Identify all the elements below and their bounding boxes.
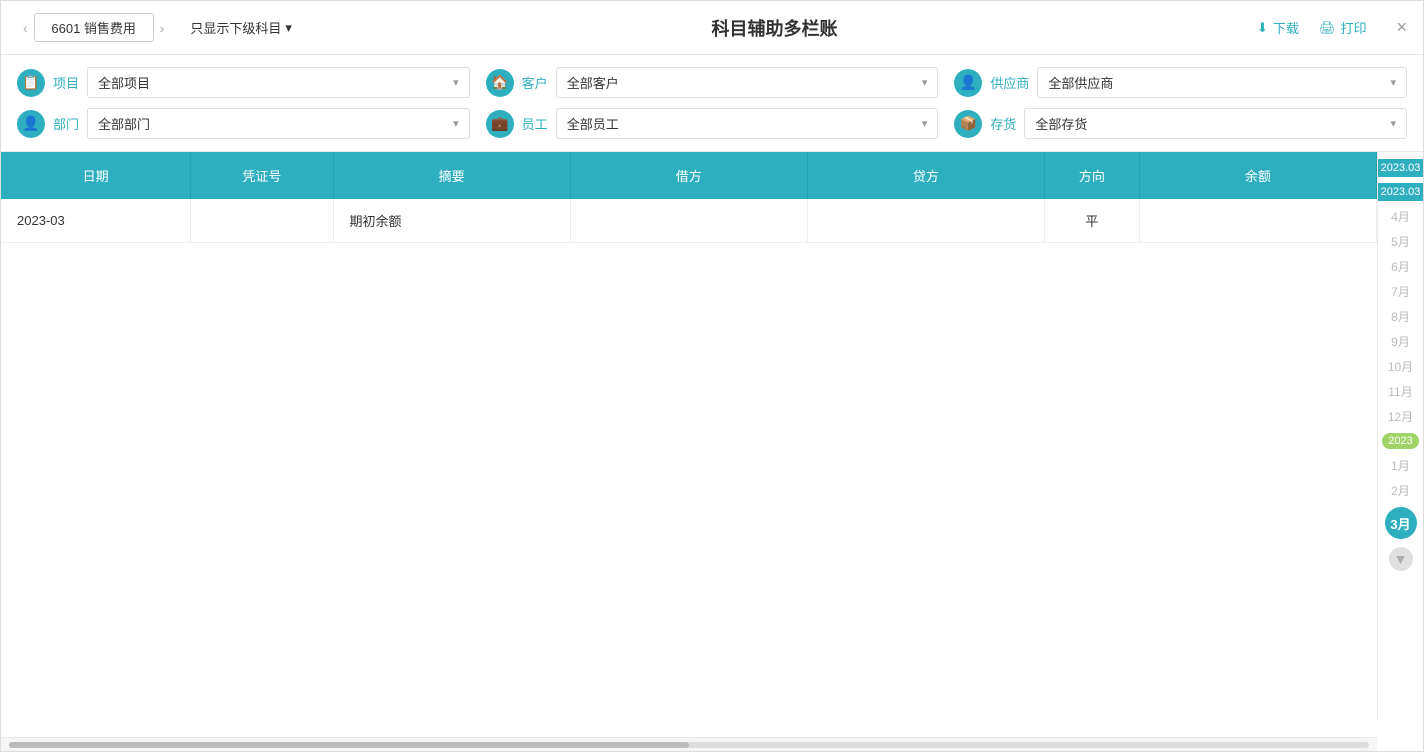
scrollbar-track (9, 742, 1369, 748)
filter-area: 📋 项目 全部项目 ▾ 🏠 客户 全部客户 ▾ 👤 供应商 (1, 55, 1423, 152)
col-debit: 借方 (570, 152, 807, 199)
cell-summary: 期初余额 (333, 199, 570, 243)
col-direction: 方向 (1044, 152, 1139, 199)
timeline-month-12[interactable]: 12月 (1388, 404, 1413, 429)
chevron-down-icon: ▾ (1390, 117, 1396, 130)
department-icon: 👤 (17, 110, 45, 138)
cell-direction: 平 (1044, 199, 1139, 243)
scrollbar-thumb[interactable] (9, 742, 689, 748)
close-btn[interactable]: × (1396, 17, 1407, 38)
department-filter: 👤 部门 全部部门 ▾ (17, 108, 470, 139)
customer-icon: 🏠 (486, 69, 514, 97)
page-title: 科目辅助多栏账 (292, 15, 1257, 41)
customer-filter: 🏠 客户 全部客户 ▾ (486, 67, 939, 98)
timeline-active-month[interactable]: 3月 (1385, 507, 1417, 539)
timeline-month-1[interactable]: 1月 (1391, 453, 1410, 478)
cell-date: 2023-03 (1, 199, 191, 243)
project-label: 项目 (53, 73, 79, 92)
cell-voucher (191, 199, 333, 243)
chevron-down-icon: ▾ (922, 117, 928, 130)
employee-icon: 💼 (486, 110, 514, 138)
timeline-month-4[interactable]: 4月 (1391, 204, 1410, 229)
inventory-select[interactable]: 全部存货 ▾ (1024, 108, 1407, 139)
timeline-sidebar: 2023.03 2023.03 4月 5月 6月 7月 8月 9月 10月 11… (1377, 152, 1423, 719)
project-icon: 📋 (17, 69, 45, 97)
chevron-down-icon: ▾ (453, 76, 459, 89)
employee-select[interactable]: 全部员工 ▾ (556, 108, 939, 139)
department-select[interactable]: 全部部门 ▾ (87, 108, 470, 139)
supplier-label: 供应商 (990, 73, 1029, 92)
filter-label: 只显示下级科目 (190, 18, 281, 37)
next-account-btn[interactable]: › (154, 18, 171, 38)
timeline-month-8[interactable]: 8月 (1391, 304, 1410, 329)
print-btn[interactable]: 🖨 打印 (1319, 18, 1367, 37)
toolbar-right: ⬇ 下载 🖨 打印 × (1257, 17, 1407, 38)
ledger-table: 日期 凭证号 摘要 借方 贷方 方向 余额 2023-03 期初余额 (1, 152, 1377, 243)
horizontal-scrollbar[interactable] (1, 737, 1377, 751)
timeline-scroll-down-btn[interactable]: ▼ (1389, 547, 1413, 571)
download-icon: ⬇ (1257, 20, 1268, 36)
table-row: 2023-03 期初余额 平 (1, 199, 1377, 243)
employee-filter: 💼 员工 全部员工 ▾ (486, 108, 939, 139)
col-balance: 余额 (1139, 152, 1376, 199)
customer-select[interactable]: 全部客户 ▾ (556, 67, 939, 98)
cell-balance (1139, 199, 1376, 243)
supplier-filter: 👤 供应商 全部供应商 ▾ (954, 67, 1407, 98)
inventory-filter: 📦 存货 全部存货 ▾ (954, 108, 1407, 139)
timeline-month-2[interactable]: 2月 (1391, 478, 1410, 503)
print-icon: 🖨 (1319, 20, 1336, 36)
timeline-period-2[interactable]: 2023.03 (1377, 183, 1423, 201)
chevron-down-icon: ▾ (922, 76, 928, 89)
employee-label: 员工 (522, 114, 548, 133)
project-filter: 📋 项目 全部项目 ▾ (17, 67, 470, 98)
year-badge: 2023 (1382, 433, 1418, 449)
table-wrapper[interactable]: 日期 凭证号 摘要 借方 贷方 方向 余额 2023-03 期初余额 (1, 152, 1377, 719)
filter-row-2: 👤 部门 全部部门 ▾ 💼 员工 全部员工 ▾ 📦 存货 (17, 108, 1407, 139)
content-area: 日期 凭证号 摘要 借方 贷方 方向 余额 2023-03 期初余额 (1, 152, 1423, 719)
main-window: ‹ 6601 销售费用 › 只显示下级科目 ▾ 科目辅助多栏账 ⬇ 下载 🖨 打… (0, 0, 1424, 752)
timeline-period-1[interactable]: 2023.03 (1377, 159, 1423, 177)
prev-account-btn[interactable]: ‹ (17, 18, 34, 38)
project-select[interactable]: 全部项目 ▾ (87, 67, 470, 98)
chevron-down-icon: ▾ (453, 117, 459, 130)
timeline-month-5[interactable]: 5月 (1391, 229, 1410, 254)
timeline-month-11[interactable]: 11月 (1388, 379, 1412, 404)
timeline-month-10[interactable]: 10月 (1388, 354, 1413, 379)
filter-row-1: 📋 项目 全部项目 ▾ 🏠 客户 全部客户 ▾ 👤 供应商 (17, 67, 1407, 98)
timeline-month-9[interactable]: 9月 (1391, 329, 1410, 354)
timeline-month-7[interactable]: 7月 (1391, 279, 1410, 304)
customer-label: 客户 (522, 73, 548, 92)
account-code-display: 6601 销售费用 (34, 13, 154, 42)
inventory-icon: 📦 (954, 110, 982, 138)
col-credit: 贷方 (807, 152, 1044, 199)
col-summary: 摘要 (333, 152, 570, 199)
supplier-select[interactable]: 全部供应商 ▾ (1037, 67, 1407, 98)
download-btn[interactable]: ⬇ 下载 (1257, 18, 1299, 37)
timeline-month-6[interactable]: 6月 (1391, 254, 1410, 279)
show-sub-accounts-btn[interactable]: 只显示下级科目 ▾ (190, 18, 292, 37)
department-label: 部门 (53, 114, 79, 133)
titlebar: ‹ 6601 销售费用 › 只显示下级科目 ▾ 科目辅助多栏账 ⬇ 下载 🖨 打… (1, 1, 1423, 55)
inventory-label: 存货 (990, 114, 1016, 133)
table-header-row: 日期 凭证号 摘要 借方 贷方 方向 余额 (1, 152, 1377, 199)
cell-debit (570, 199, 807, 243)
cell-credit (807, 199, 1044, 243)
col-date: 日期 (1, 152, 191, 199)
chevron-down-icon: ▾ (1390, 76, 1396, 89)
col-voucher: 凭证号 (191, 152, 333, 199)
supplier-icon: 👤 (954, 69, 982, 97)
